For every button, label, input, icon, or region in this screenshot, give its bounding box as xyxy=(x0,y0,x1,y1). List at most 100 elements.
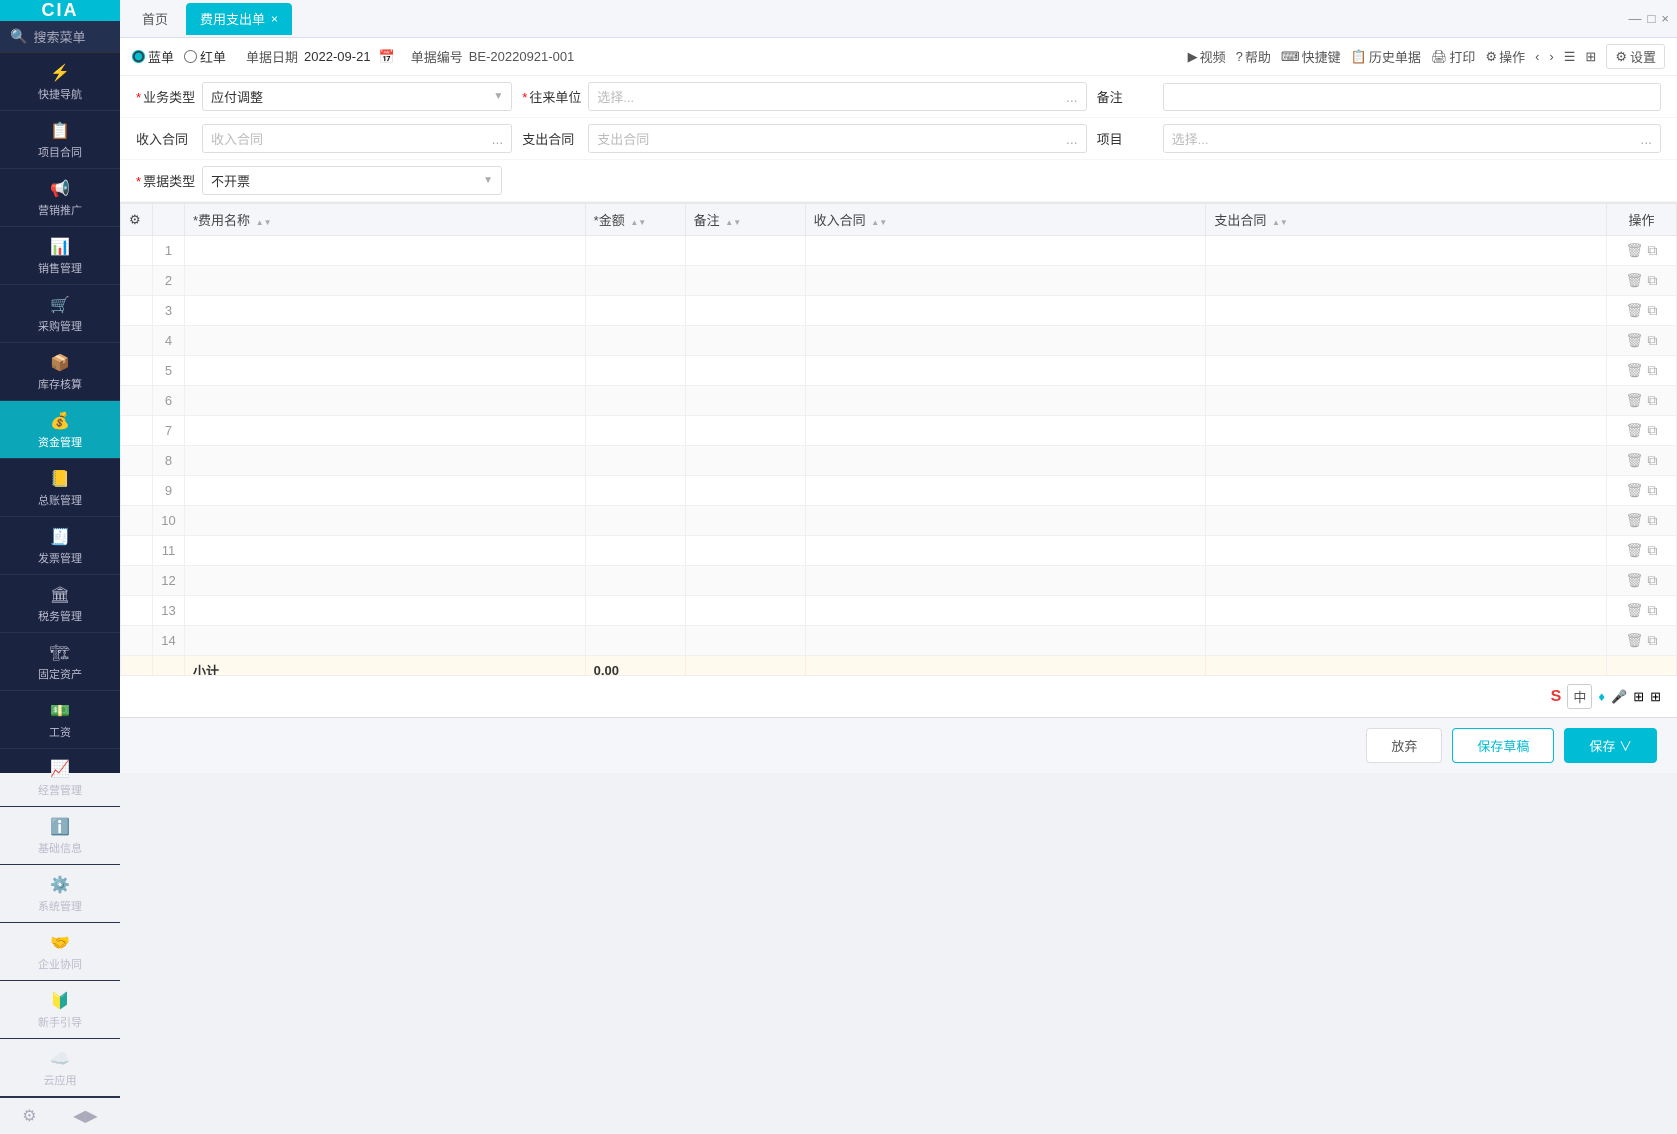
grid-view-button[interactable]: ⊞ xyxy=(1585,49,1596,65)
expense-contract-cell[interactable] xyxy=(1206,356,1607,386)
table-row[interactable]: 1 🗑 ⧉ xyxy=(121,236,1677,266)
expense-name-cell[interactable] xyxy=(185,626,586,656)
note-cell[interactable] xyxy=(685,476,805,506)
sidebar-item-marketing[interactable]: 📢 营销推广 xyxy=(0,169,120,227)
sidebar-item-fixed-assets[interactable]: 🏗 固定资产 xyxy=(0,633,120,691)
table-settings-icon[interactable]: ⚙ xyxy=(129,212,141,227)
copy-icon[interactable]: ⧉ xyxy=(1647,482,1657,499)
income-contract-cell[interactable] xyxy=(805,386,1206,416)
amount-cell[interactable] xyxy=(585,626,685,656)
table-row[interactable]: 4 🗑 ⧉ xyxy=(121,326,1677,356)
brand-grid2-icon[interactable]: ⊞ xyxy=(1650,689,1661,705)
income-contract-cell[interactable] xyxy=(805,446,1206,476)
delete-icon[interactable]: 🗑 xyxy=(1626,362,1644,379)
amount-cell[interactable] xyxy=(585,416,685,446)
expense-contract-cell[interactable] xyxy=(1206,536,1607,566)
table-row[interactable]: 8 🗑 ⧉ xyxy=(121,446,1677,476)
note-cell[interactable] xyxy=(685,236,805,266)
amount-cell[interactable] xyxy=(585,476,685,506)
window-max-icon[interactable]: □ xyxy=(1648,11,1656,26)
list-view-button[interactable]: ☰ xyxy=(1564,49,1576,65)
note-cell[interactable] xyxy=(685,416,805,446)
sidebar-item-new-guide[interactable]: 🔰 新手引导 xyxy=(0,981,120,1039)
amount-cell[interactable] xyxy=(585,356,685,386)
th-amount[interactable]: *金额 ▲▼ xyxy=(585,204,685,236)
expense-contract-cell[interactable] xyxy=(1206,266,1607,296)
expense-contract-cell[interactable] xyxy=(1206,326,1607,356)
delete-icon[interactable]: 🗑 xyxy=(1626,242,1644,259)
shortcut-button[interactable]: ⌨ 快捷键 xyxy=(1281,47,1341,66)
sidebar-item-purchase[interactable]: 🛒 采购管理 xyxy=(0,285,120,343)
save-button[interactable]: 保存 ∨ xyxy=(1564,728,1657,763)
copy-icon[interactable]: ⧉ xyxy=(1647,542,1657,559)
expense-contract-more-icon[interactable]: ... xyxy=(1066,131,1078,147)
note-cell[interactable] xyxy=(685,296,805,326)
table-row[interactable]: 3 🗑 ⧉ xyxy=(121,296,1677,326)
tab-expense[interactable]: 费用支出单 × xyxy=(186,3,292,35)
expense-name-cell[interactable] xyxy=(185,416,586,446)
amount-cell[interactable] xyxy=(585,296,685,326)
amount-cell[interactable] xyxy=(585,326,685,356)
settings-button[interactable]: ⚙ 设置 xyxy=(1606,44,1665,69)
sidebar-item-tax[interactable]: 🏛 税务管理 xyxy=(0,575,120,633)
blue-bill-radio[interactable]: 蓝单 xyxy=(132,47,174,66)
expense-contract-cell[interactable] xyxy=(1206,476,1607,506)
income-contract-cell[interactable] xyxy=(805,326,1206,356)
delete-icon[interactable]: 🗑 xyxy=(1626,572,1644,589)
income-contract-cell[interactable] xyxy=(805,506,1206,536)
table-row[interactable]: 2 🗑 ⧉ xyxy=(121,266,1677,296)
save-draft-button[interactable]: 保存草稿 xyxy=(1452,728,1554,763)
expense-contract-cell[interactable] xyxy=(1206,446,1607,476)
income-contract-more-icon[interactable]: ... xyxy=(492,131,504,147)
income-contract-select[interactable]: 收入合同 ... xyxy=(202,124,512,153)
expense-name-cell[interactable] xyxy=(185,596,586,626)
copy-icon[interactable]: ⧉ xyxy=(1647,452,1657,469)
copy-icon[interactable]: ⧉ xyxy=(1647,242,1657,259)
tab-close-icon[interactable]: × xyxy=(271,12,278,26)
delete-icon[interactable]: 🗑 xyxy=(1626,392,1644,409)
sidebar-item-project-contract[interactable]: 📋 项目合同 xyxy=(0,111,120,169)
table-row[interactable]: 12 🗑 ⧉ xyxy=(121,566,1677,596)
note-cell[interactable] xyxy=(685,446,805,476)
table-row[interactable]: 6 🗑 ⧉ xyxy=(121,386,1677,416)
amount-cell[interactable] xyxy=(585,506,685,536)
expense-contract-cell[interactable] xyxy=(1206,596,1607,626)
brand-zh-icon[interactable]: 中 xyxy=(1567,684,1592,709)
table-row[interactable]: 5 🗑 ⧉ xyxy=(121,356,1677,386)
expense-name-cell[interactable] xyxy=(185,266,586,296)
income-contract-cell[interactable] xyxy=(805,536,1206,566)
delete-icon[interactable]: 🗑 xyxy=(1626,332,1644,349)
expense-name-cell[interactable] xyxy=(185,356,586,386)
print-button[interactable]: 🖨 打印 xyxy=(1431,47,1476,66)
delete-icon[interactable]: 🗑 xyxy=(1626,542,1644,559)
amount-cell[interactable] xyxy=(585,386,685,416)
nav-right-button[interactable]: › xyxy=(1549,49,1553,64)
sidebar-item-enterprise[interactable]: 🤝 企业协同 xyxy=(0,923,120,981)
date-value[interactable]: 2022-09-21 xyxy=(304,49,371,64)
nav-left-button[interactable]: ‹ xyxy=(1535,49,1539,64)
window-min-icon[interactable]: — xyxy=(1629,11,1642,26)
expense-contract-cell[interactable] xyxy=(1206,236,1607,266)
th-expense-name[interactable]: *费用名称 ▲▼ xyxy=(185,204,586,236)
copy-icon[interactable]: ⧉ xyxy=(1647,302,1657,319)
search-menu-button[interactable]: 🔍 搜索菜单 xyxy=(0,21,120,53)
th-note[interactable]: 备注 ▲▼ xyxy=(685,204,805,236)
copy-icon[interactable]: ⧉ xyxy=(1647,512,1657,529)
delete-icon[interactable]: 🗑 xyxy=(1626,602,1644,619)
sidebar-item-ops[interactable]: 📈 经营管理 xyxy=(0,749,120,807)
expense-name-cell[interactable] xyxy=(185,446,586,476)
income-contract-cell[interactable] xyxy=(805,596,1206,626)
partner-more-icon[interactable]: ... xyxy=(1066,89,1078,105)
note-cell[interactable] xyxy=(685,356,805,386)
delete-icon[interactable]: 🗑 xyxy=(1626,482,1644,499)
delete-icon[interactable]: 🗑 xyxy=(1626,512,1644,529)
income-contract-cell[interactable] xyxy=(805,236,1206,266)
window-close-icon[interactable]: × xyxy=(1661,11,1669,26)
delete-icon[interactable]: 🗑 xyxy=(1626,422,1644,439)
sidebar-item-system[interactable]: ⚙️ 系统管理 xyxy=(0,865,120,923)
sidebar-item-inventory[interactable]: 📦 库存核算 xyxy=(0,343,120,401)
delete-icon[interactable]: 🗑 xyxy=(1626,452,1644,469)
sidebar-item-basic-info[interactable]: ℹ️ 基础信息 xyxy=(0,807,120,865)
th-settings[interactable]: ⚙ xyxy=(121,204,153,236)
sidebar-item-cloud-apps[interactable]: ☁️ 云应用 xyxy=(0,1039,120,1097)
